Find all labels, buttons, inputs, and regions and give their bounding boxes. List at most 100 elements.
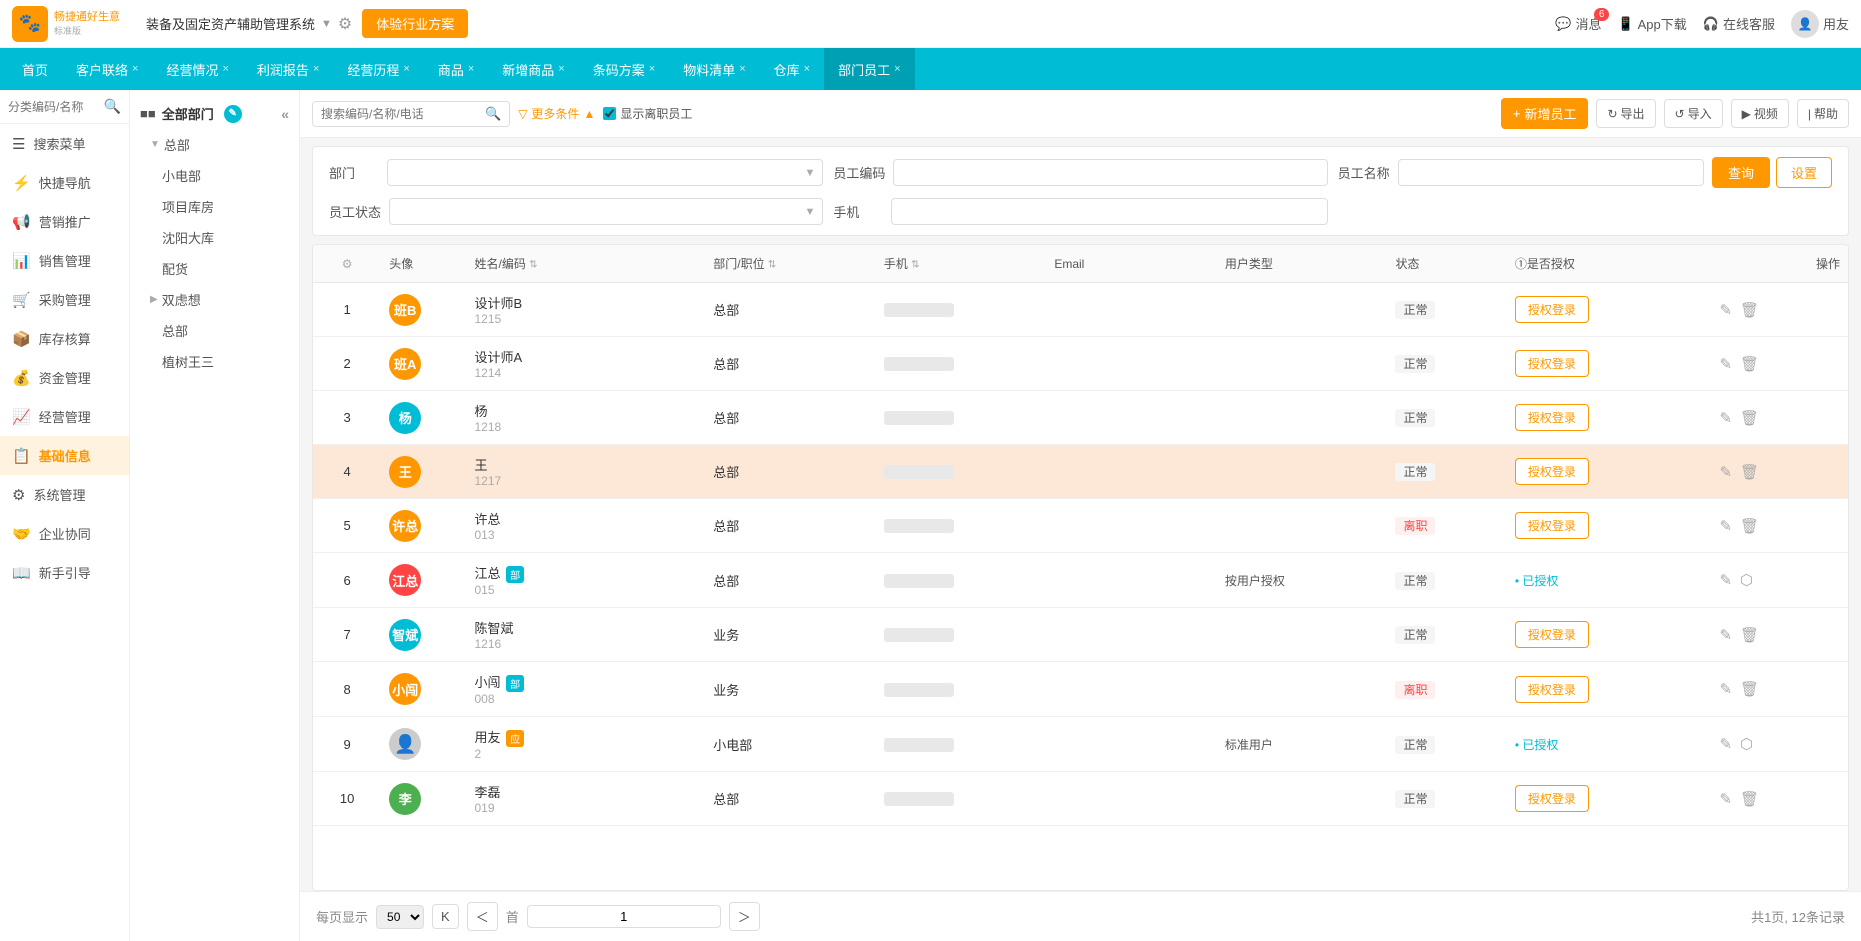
more-filter-button[interactable]: ▽ 更多条件 ▲ <box>518 105 595 122</box>
add-employee-button[interactable]: + 新增员工 <box>1501 98 1589 129</box>
help-button[interactable]: | 帮助 <box>1797 99 1849 128</box>
tab-operation[interactable]: 经营情况× <box>152 48 242 90</box>
edit-icon[interactable]: ✎ <box>1719 790 1732 808</box>
trial-button[interactable]: 体验行业方案 <box>362 9 468 38</box>
dept-tree-item-zhishu[interactable]: 植树王三 <box>130 346 299 377</box>
empname-input[interactable] <box>1398 159 1704 186</box>
col-name[interactable]: 姓名/编码 ⇅ <box>466 245 705 283</box>
edit-icon[interactable]: ✎ <box>1719 463 1732 481</box>
sidebar-item-inventory[interactable]: 📦 库存核算 <box>0 319 129 358</box>
service-button[interactable]: 🎧 在线客服 <box>1703 14 1775 33</box>
delete-icon[interactable]: 🗑 <box>1740 790 1759 808</box>
show-resigned-check[interactable]: 显示离职员工 <box>603 105 692 122</box>
settings-button[interactable]: 设置 <box>1776 157 1832 188</box>
user-button[interactable]: 👤 用友 <box>1791 10 1849 38</box>
per-page-select[interactable]: 50 <box>376 905 424 929</box>
auth-button[interactable]: 授权登录 <box>1515 785 1589 812</box>
close-icon[interactable]: × <box>558 63 564 75</box>
dept-tree-item-shuang[interactable]: ▶ 双虑想 <box>130 284 299 315</box>
dept-tree-item-peihuo[interactable]: 配货 <box>130 253 299 284</box>
delete-icon[interactable]: 🗑 <box>1740 680 1759 698</box>
copy-icon[interactable]: ⬡ <box>1740 571 1753 589</box>
close-icon[interactable]: × <box>739 63 745 75</box>
next-page-button[interactable]: ＞ <box>729 902 760 931</box>
auth-button[interactable]: 授权登录 <box>1515 621 1589 648</box>
prev-page-button[interactable]: ＜ <box>467 902 498 931</box>
resigned-checkbox[interactable] <box>603 107 616 120</box>
dept-tree-item-xiangmu[interactable]: 项目库房 <box>130 191 299 222</box>
auth-button[interactable]: 授权登录 <box>1515 404 1589 431</box>
close-icon[interactable]: × <box>403 63 409 75</box>
auth-button[interactable]: 授权登录 <box>1515 296 1589 323</box>
dept-tree-item-zongbu2[interactable]: 总部 <box>130 315 299 346</box>
delete-icon[interactable]: 🗑 <box>1740 409 1759 427</box>
app-download-button[interactable]: 📱 App下载 <box>1617 14 1686 33</box>
delete-icon[interactable]: 🗑 <box>1740 301 1759 319</box>
tab-barcode[interactable]: 条码方案× <box>579 48 669 90</box>
close-icon[interactable]: × <box>804 63 810 75</box>
tab-department[interactable]: 部门员工× <box>824 48 914 90</box>
sidebar-search-input[interactable] <box>8 100 104 114</box>
close-icon[interactable]: × <box>894 63 900 75</box>
auth-button[interactable]: 授权登录 <box>1515 458 1589 485</box>
dept-select[interactable] <box>387 159 823 186</box>
tab-home[interactable]: 首页 <box>8 48 62 90</box>
sidebar-item-basic-info[interactable]: 📋 基础信息 <box>0 436 129 475</box>
sidebar-item-search[interactable]: ☰ 搜索菜单 <box>0 124 129 163</box>
first-page-button[interactable]: K <box>432 904 459 929</box>
tab-goods[interactable]: 商品× <box>424 48 488 90</box>
view-button[interactable]: ▶ 视频 <box>1731 99 1789 128</box>
phone-input[interactable] <box>891 198 1327 225</box>
close-icon[interactable]: × <box>222 63 228 75</box>
dept-tree-item-zongbu-parent[interactable]: ▼ 总部 <box>130 129 299 160</box>
sidebar-item-marketing[interactable]: 📢 营销推广 <box>0 202 129 241</box>
message-button[interactable]: 💬 消息 6 <box>1555 14 1601 33</box>
dept-tree-item-xiaodian[interactable]: 小电部 <box>130 160 299 191</box>
edit-icon[interactable]: ✎ <box>1719 355 1732 373</box>
edit-icon[interactable]: ✎ <box>1719 626 1732 644</box>
sidebar-item-sales[interactable]: 📊 销售管理 <box>0 241 129 280</box>
sidebar-item-system[interactable]: ⚙ 系统管理 <box>0 475 129 514</box>
tab-history[interactable]: 经营历程× <box>333 48 423 90</box>
edit-icon[interactable]: ✎ <box>1719 517 1732 535</box>
auth-button[interactable]: 授权登录 <box>1515 512 1589 539</box>
delete-icon[interactable]: 🗑 <box>1740 626 1759 644</box>
sidebar-item-finance[interactable]: 💰 资金管理 <box>0 358 129 397</box>
sidebar-item-business[interactable]: 📈 经营管理 <box>0 397 129 436</box>
close-icon[interactable]: × <box>649 63 655 75</box>
status-select[interactable] <box>389 198 823 225</box>
tab-customer[interactable]: 客户联络× <box>62 48 152 90</box>
gear-icon[interactable]: ⚙ <box>338 14 352 34</box>
sidebar-item-quick-nav[interactable]: ⚡ 快捷导航 <box>0 163 129 202</box>
dept-tree-item-shenyang[interactable]: 沈阳大库 <box>130 222 299 253</box>
sidebar-item-purchase[interactable]: 🛒 采购管理 <box>0 280 129 319</box>
sidebar-item-collab[interactable]: 🤝 企业协同 <box>0 514 129 553</box>
tab-warehouse[interactable]: 仓库× <box>760 48 824 90</box>
empcode-input[interactable] <box>893 159 1327 186</box>
tab-profit[interactable]: 利润报告× <box>243 48 333 90</box>
edit-icon[interactable]: ✎ <box>1719 735 1732 753</box>
collapse-icon[interactable]: « <box>281 106 289 122</box>
query-button[interactable]: 查询 <box>1712 157 1770 188</box>
col-phone[interactable]: 手机 ⇅ <box>876 245 1047 283</box>
close-icon[interactable]: × <box>313 63 319 75</box>
search-input[interactable] <box>321 107 481 121</box>
export-button[interactable]: ↻ 导出 <box>1596 99 1655 128</box>
import-button[interactable]: ↺ 导入 <box>1664 99 1723 128</box>
sidebar-item-guide[interactable]: 📖 新手引导 <box>0 553 129 592</box>
edit-dept-icon[interactable]: ✎ <box>224 105 242 123</box>
page-input[interactable] <box>527 905 721 928</box>
edit-icon[interactable]: ✎ <box>1719 409 1732 427</box>
col-dept[interactable]: 部门/职位 ⇅ <box>705 245 876 283</box>
auth-button[interactable]: 授权登录 <box>1515 350 1589 377</box>
delete-icon[interactable]: 🗑 <box>1740 355 1759 373</box>
close-icon[interactable]: × <box>132 63 138 75</box>
copy-icon[interactable]: ⬡ <box>1740 735 1753 753</box>
close-icon[interactable]: × <box>468 63 474 75</box>
edit-icon[interactable]: ✎ <box>1719 680 1732 698</box>
tab-add-goods[interactable]: 新增商品× <box>488 48 578 90</box>
edit-icon[interactable]: ✎ <box>1719 571 1732 589</box>
edit-icon[interactable]: ✎ <box>1719 301 1732 319</box>
delete-icon[interactable]: 🗑 <box>1740 517 1759 535</box>
tab-bom[interactable]: 物料清单× <box>669 48 759 90</box>
